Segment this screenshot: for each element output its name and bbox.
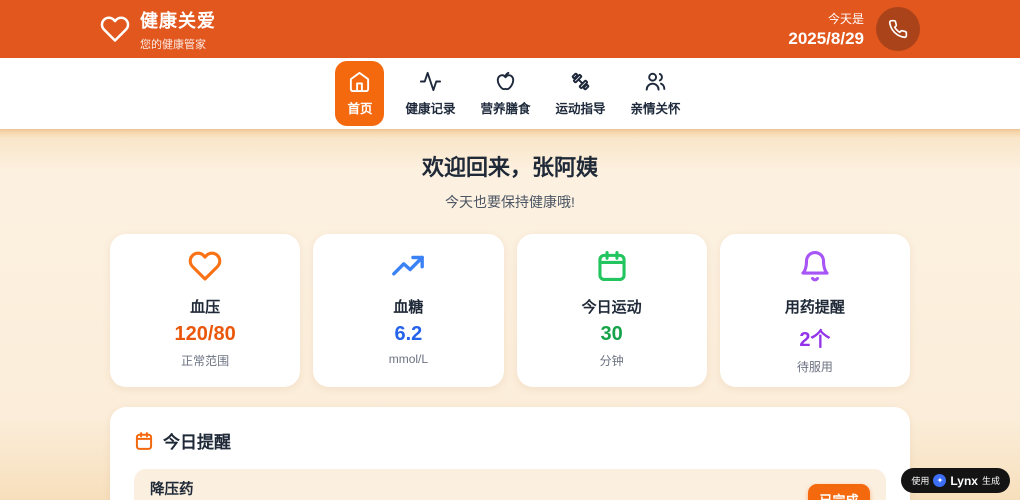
app-subtitle: 您的健康管家	[140, 38, 206, 51]
date-block: 今天是 2025/8/29	[788, 10, 864, 49]
users-icon	[644, 70, 667, 93]
stat-label: 今日运动	[581, 299, 642, 316]
tab-health-records[interactable]: 健康记录	[401, 61, 459, 126]
stat-card-blood-sugar[interactable]: 血糖 6.2 mmol/L	[313, 234, 504, 387]
stat-unit: mmol/L	[388, 352, 429, 366]
reminders-title: 今日提醒	[163, 433, 231, 452]
phone-button[interactable]	[876, 7, 920, 51]
main-content: 欢迎回来，张阿姨 今天也要保持健康哦! 血压 120/80 正常范围 血糖 6.…	[0, 129, 1020, 500]
tab-health-records-label: 健康记录	[405, 102, 456, 116]
brand: 健康关爱 您的健康管家	[100, 7, 216, 52]
stat-label: 血糖	[393, 299, 424, 316]
phone-icon	[888, 19, 908, 39]
home-icon	[348, 70, 371, 93]
bell-icon	[798, 249, 832, 283]
stat-value: 30	[600, 323, 623, 345]
reminder-row: 降压药 早饭后服用 已完成	[134, 469, 886, 500]
date-label: 今天是	[827, 11, 864, 26]
activity-icon	[419, 70, 442, 93]
app-title: 健康关爱	[140, 10, 216, 31]
tab-home-label: 首页	[347, 102, 373, 116]
tab-exercise-label: 运动指导	[555, 102, 606, 116]
lynx-generated-badge[interactable]: 使用 ✦ Lynx 生成	[901, 468, 1010, 493]
app-header: 健康关爱 您的健康管家 今天是 2025/8/29	[0, 0, 1020, 58]
stat-card-medication[interactable]: 用药提醒 2个 待服用	[719, 234, 910, 387]
tab-family-care[interactable]: 亲情关怀	[627, 61, 685, 126]
tab-nutrition[interactable]: 营养膳食	[476, 61, 534, 126]
calendar-icon	[595, 249, 629, 283]
trending-up-icon	[391, 249, 425, 283]
tab-home[interactable]: 首页	[335, 61, 385, 126]
tab-exercise[interactable]: 运动指导	[552, 61, 610, 126]
lynx-logo-icon: ✦	[933, 474, 947, 487]
stat-unit: 正常范围	[181, 354, 230, 368]
stat-value: 120/80	[174, 323, 236, 345]
stat-label: 血压	[190, 299, 221, 316]
dumbbell-icon	[569, 70, 592, 93]
stat-value: 2个	[799, 329, 831, 351]
reminder-name: 降压药	[150, 482, 194, 498]
badge-brand: Lynx	[950, 473, 978, 488]
stat-unit: 分钟	[599, 354, 624, 368]
badge-suffix: 生成	[981, 476, 1000, 486]
stat-label: 用药提醒	[784, 299, 845, 316]
welcome-title: 欢迎回来，张阿姨	[421, 155, 598, 180]
main-nav: 首页 健康记录 营养膳食 运动指导 亲情关怀	[0, 58, 1020, 129]
stat-value: 6.2	[394, 323, 423, 345]
stat-card-blood-pressure[interactable]: 血压 120/80 正常范围	[110, 234, 301, 387]
badge-prefix: 使用	[911, 476, 930, 486]
reminders-panel: 今日提醒 降压药 早饭后服用 已完成	[110, 407, 910, 500]
heart-icon	[188, 249, 222, 283]
stat-unit: 待服用	[796, 360, 833, 374]
stat-card-exercise[interactable]: 今日运动 30 分钟	[516, 234, 707, 387]
stats-grid: 血压 120/80 正常范围 血糖 6.2 mmol/L 今日运动 30 分钟 …	[110, 234, 910, 387]
heart-logo-icon	[100, 14, 130, 44]
apple-icon	[494, 70, 517, 93]
reminder-done-button[interactable]: 已完成	[808, 483, 870, 500]
date-value: 2025/8/29	[788, 28, 864, 48]
tab-family-care-label: 亲情关怀	[630, 102, 681, 116]
calendar-icon	[134, 431, 154, 451]
tab-nutrition-label: 营养膳食	[480, 102, 531, 116]
welcome-subtitle: 今天也要保持健康哦!	[445, 194, 575, 210]
